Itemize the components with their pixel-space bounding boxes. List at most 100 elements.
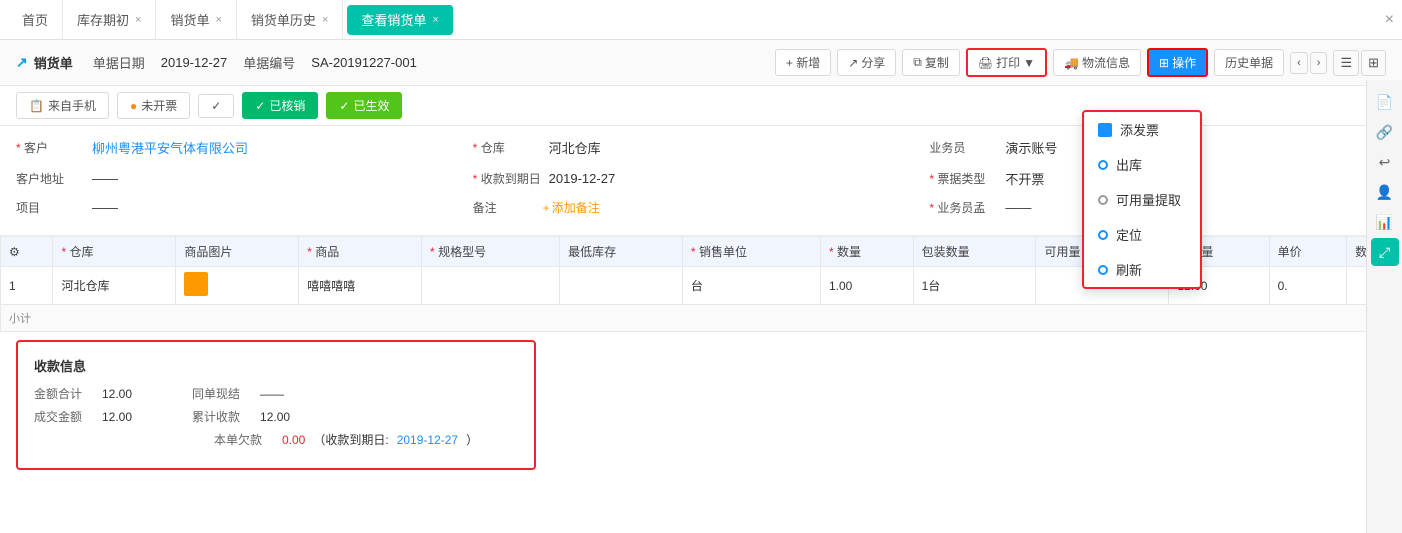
same-order-label: 同单现结: [192, 385, 252, 402]
address-field: 客户地址 ——: [16, 169, 473, 188]
tab-sales-label: 销货单: [170, 10, 209, 29]
col-price: 单价: [1269, 237, 1347, 267]
project-field: 项目 ——: [16, 198, 473, 217]
tab-sales[interactable]: 销货单 ×: [156, 0, 236, 40]
sidebar-icon-expand[interactable]: ⤢: [1371, 238, 1399, 266]
add-button[interactable]: + 新增: [775, 49, 831, 76]
from-phone-label: 来自手机: [48, 97, 96, 114]
dropdown-outbound[interactable]: 出库: [1084, 147, 1200, 182]
add-note-label: 添加备注: [552, 199, 600, 216]
sidebar-icon-user[interactable]: 👤: [1371, 178, 1399, 206]
operate-button[interactable]: ⊞ 操作: [1147, 48, 1208, 77]
next-button[interactable]: ›: [1310, 52, 1328, 74]
col-settings[interactable]: ⚙: [1, 237, 53, 267]
col-unit: 销售单位: [682, 237, 820, 267]
toolbar: + 新增 ↗ 分享 ⧉ 复制 🖨 打印 ▼ 🚚 物流信息 ⊞ 操作: [775, 48, 1386, 77]
subtotal-label: 小计: [1, 305, 1402, 332]
cell-unit: 台: [682, 267, 820, 305]
list-view-button[interactable]: ☰: [1333, 50, 1359, 76]
date-label: 单据日期: [93, 53, 145, 72]
customer-value[interactable]: 柳州粤港平安气体有限公司: [86, 136, 254, 159]
refresh-icon: [1098, 265, 1108, 275]
cell-price: 0.: [1269, 267, 1347, 305]
tab-sales-history[interactable]: 销货单历史 ×: [237, 0, 343, 40]
prev-button[interactable]: ‹: [1290, 52, 1308, 74]
tab-view-sales-label: 查看销货单: [361, 10, 426, 29]
cell-pack: 1台: [913, 267, 1036, 305]
col-min-stock: 最低库存: [560, 237, 683, 267]
operate-icon: ⊞: [1159, 56, 1169, 70]
verified-label: 已核销: [269, 97, 305, 114]
tab-view-sales-close[interactable]: ×: [432, 14, 438, 26]
payment-row-3: 本单欠款 0.00 （收款到期日: 2019-12-27 ）: [34, 431, 518, 448]
note-label: 备注: [473, 199, 543, 216]
payment-row-1: 金额合计 12.00 同单现结 ——: [34, 385, 518, 402]
tab-home-label: 首页: [22, 10, 48, 29]
cell-spec: [422, 267, 560, 305]
effective-button[interactable]: ✓ 已生效: [326, 92, 402, 119]
nav-arrows: ‹ ›: [1290, 52, 1327, 74]
tab-inventory-close[interactable]: ×: [135, 14, 141, 26]
dropdown-available-qty[interactable]: 可用量提取: [1084, 182, 1200, 217]
doc-header: ↗ 销货单 单据日期 2019-12-27 单据编号 SA-20191227-0…: [0, 40, 1402, 86]
address-value: ——: [86, 169, 206, 188]
window-close-button[interactable]: ×: [1385, 11, 1394, 29]
payment-date-value: 2019-12-27: [543, 169, 663, 188]
add-note-button[interactable]: + 添加备注: [543, 199, 600, 216]
deal-item: 成交金额 12.00: [34, 408, 132, 425]
copy-button[interactable]: ⧉ 复制: [902, 49, 960, 76]
verified-button[interactable]: ✓ 已核销: [242, 92, 318, 119]
print-button[interactable]: 🖨 打印 ▼: [966, 48, 1047, 77]
tab-sales-history-label: 销货单历史: [251, 10, 316, 29]
cell-product: 嘻嘻嘻嘻: [299, 267, 422, 305]
locate-label: 定位: [1116, 225, 1142, 244]
sidebar-icon-link[interactable]: 🔗: [1371, 118, 1399, 146]
sidebar-icon-doc[interactable]: 📄: [1371, 88, 1399, 116]
owe-value: 0.00: [282, 433, 305, 447]
outbound-label: 出库: [1116, 155, 1142, 174]
tab-sales-history-close[interactable]: ×: [322, 14, 328, 26]
dropdown-refresh[interactable]: 刷新: [1084, 252, 1200, 287]
owe-note2: ）: [466, 431, 478, 448]
history-button[interactable]: 历史单据: [1214, 49, 1284, 76]
logistics-label: 物流信息: [1082, 54, 1130, 71]
owe-note: （收款到期日:: [313, 431, 388, 448]
cell-index: 1: [1, 267, 53, 305]
cumulative-item: 累计收款 12.00: [192, 408, 290, 425]
warehouse-value: 河北仓库: [543, 136, 663, 159]
cell-min-stock: [560, 267, 683, 305]
not-invoiced-button[interactable]: ● 未开票: [117, 92, 190, 119]
staff-label: 业务员: [929, 139, 999, 156]
effective-icon: ✓: [339, 99, 349, 113]
share-button[interactable]: ↗ 分享: [837, 49, 896, 76]
project-label: 项目: [16, 199, 86, 216]
tab-inventory[interactable]: 库存期初 ×: [63, 0, 156, 40]
tab-view-sales[interactable]: 查看销货单 ×: [347, 5, 453, 35]
product-image: [184, 272, 208, 296]
staff2-label: 业务员孟: [929, 199, 999, 216]
date-value: 2019-12-27: [161, 55, 228, 70]
logistics-button[interactable]: 🚚 物流信息: [1053, 49, 1141, 76]
customer-label: 客户: [16, 139, 86, 156]
owe-date: 2019-12-27: [397, 433, 458, 447]
from-phone-icon: 📋: [29, 99, 44, 113]
customer-field: 客户 柳州粤港平安气体有限公司: [16, 136, 473, 159]
ticket-type-label: 票据类型: [929, 170, 999, 187]
from-phone-button[interactable]: 📋 来自手机: [16, 92, 109, 119]
copy-label: 复制: [925, 54, 949, 71]
sidebar-icon-return[interactable]: ↩: [1371, 148, 1399, 176]
cumulative-label: 累计收款: [192, 408, 252, 425]
col-spec: 规格型号: [422, 237, 560, 267]
grid-view-button[interactable]: ⊞: [1361, 50, 1386, 76]
owe-item: 本单欠款 0.00 （收款到期日: 2019-12-27 ）: [34, 431, 478, 448]
view-buttons: ☰ ⊞: [1333, 50, 1386, 76]
payment-date-label: 收款到期日: [473, 170, 543, 187]
owe-label: 本单欠款: [214, 431, 274, 448]
not-invoiced-icon: ●: [130, 99, 137, 113]
sidebar-icon-chart[interactable]: 📊: [1371, 208, 1399, 236]
tab-sales-close[interactable]: ×: [215, 14, 221, 26]
check-button[interactable]: ✓: [198, 94, 234, 118]
tab-home[interactable]: 首页: [8, 0, 63, 40]
dropdown-add-invoice[interactable]: 添发票: [1084, 112, 1200, 147]
dropdown-locate[interactable]: 定位: [1084, 217, 1200, 252]
